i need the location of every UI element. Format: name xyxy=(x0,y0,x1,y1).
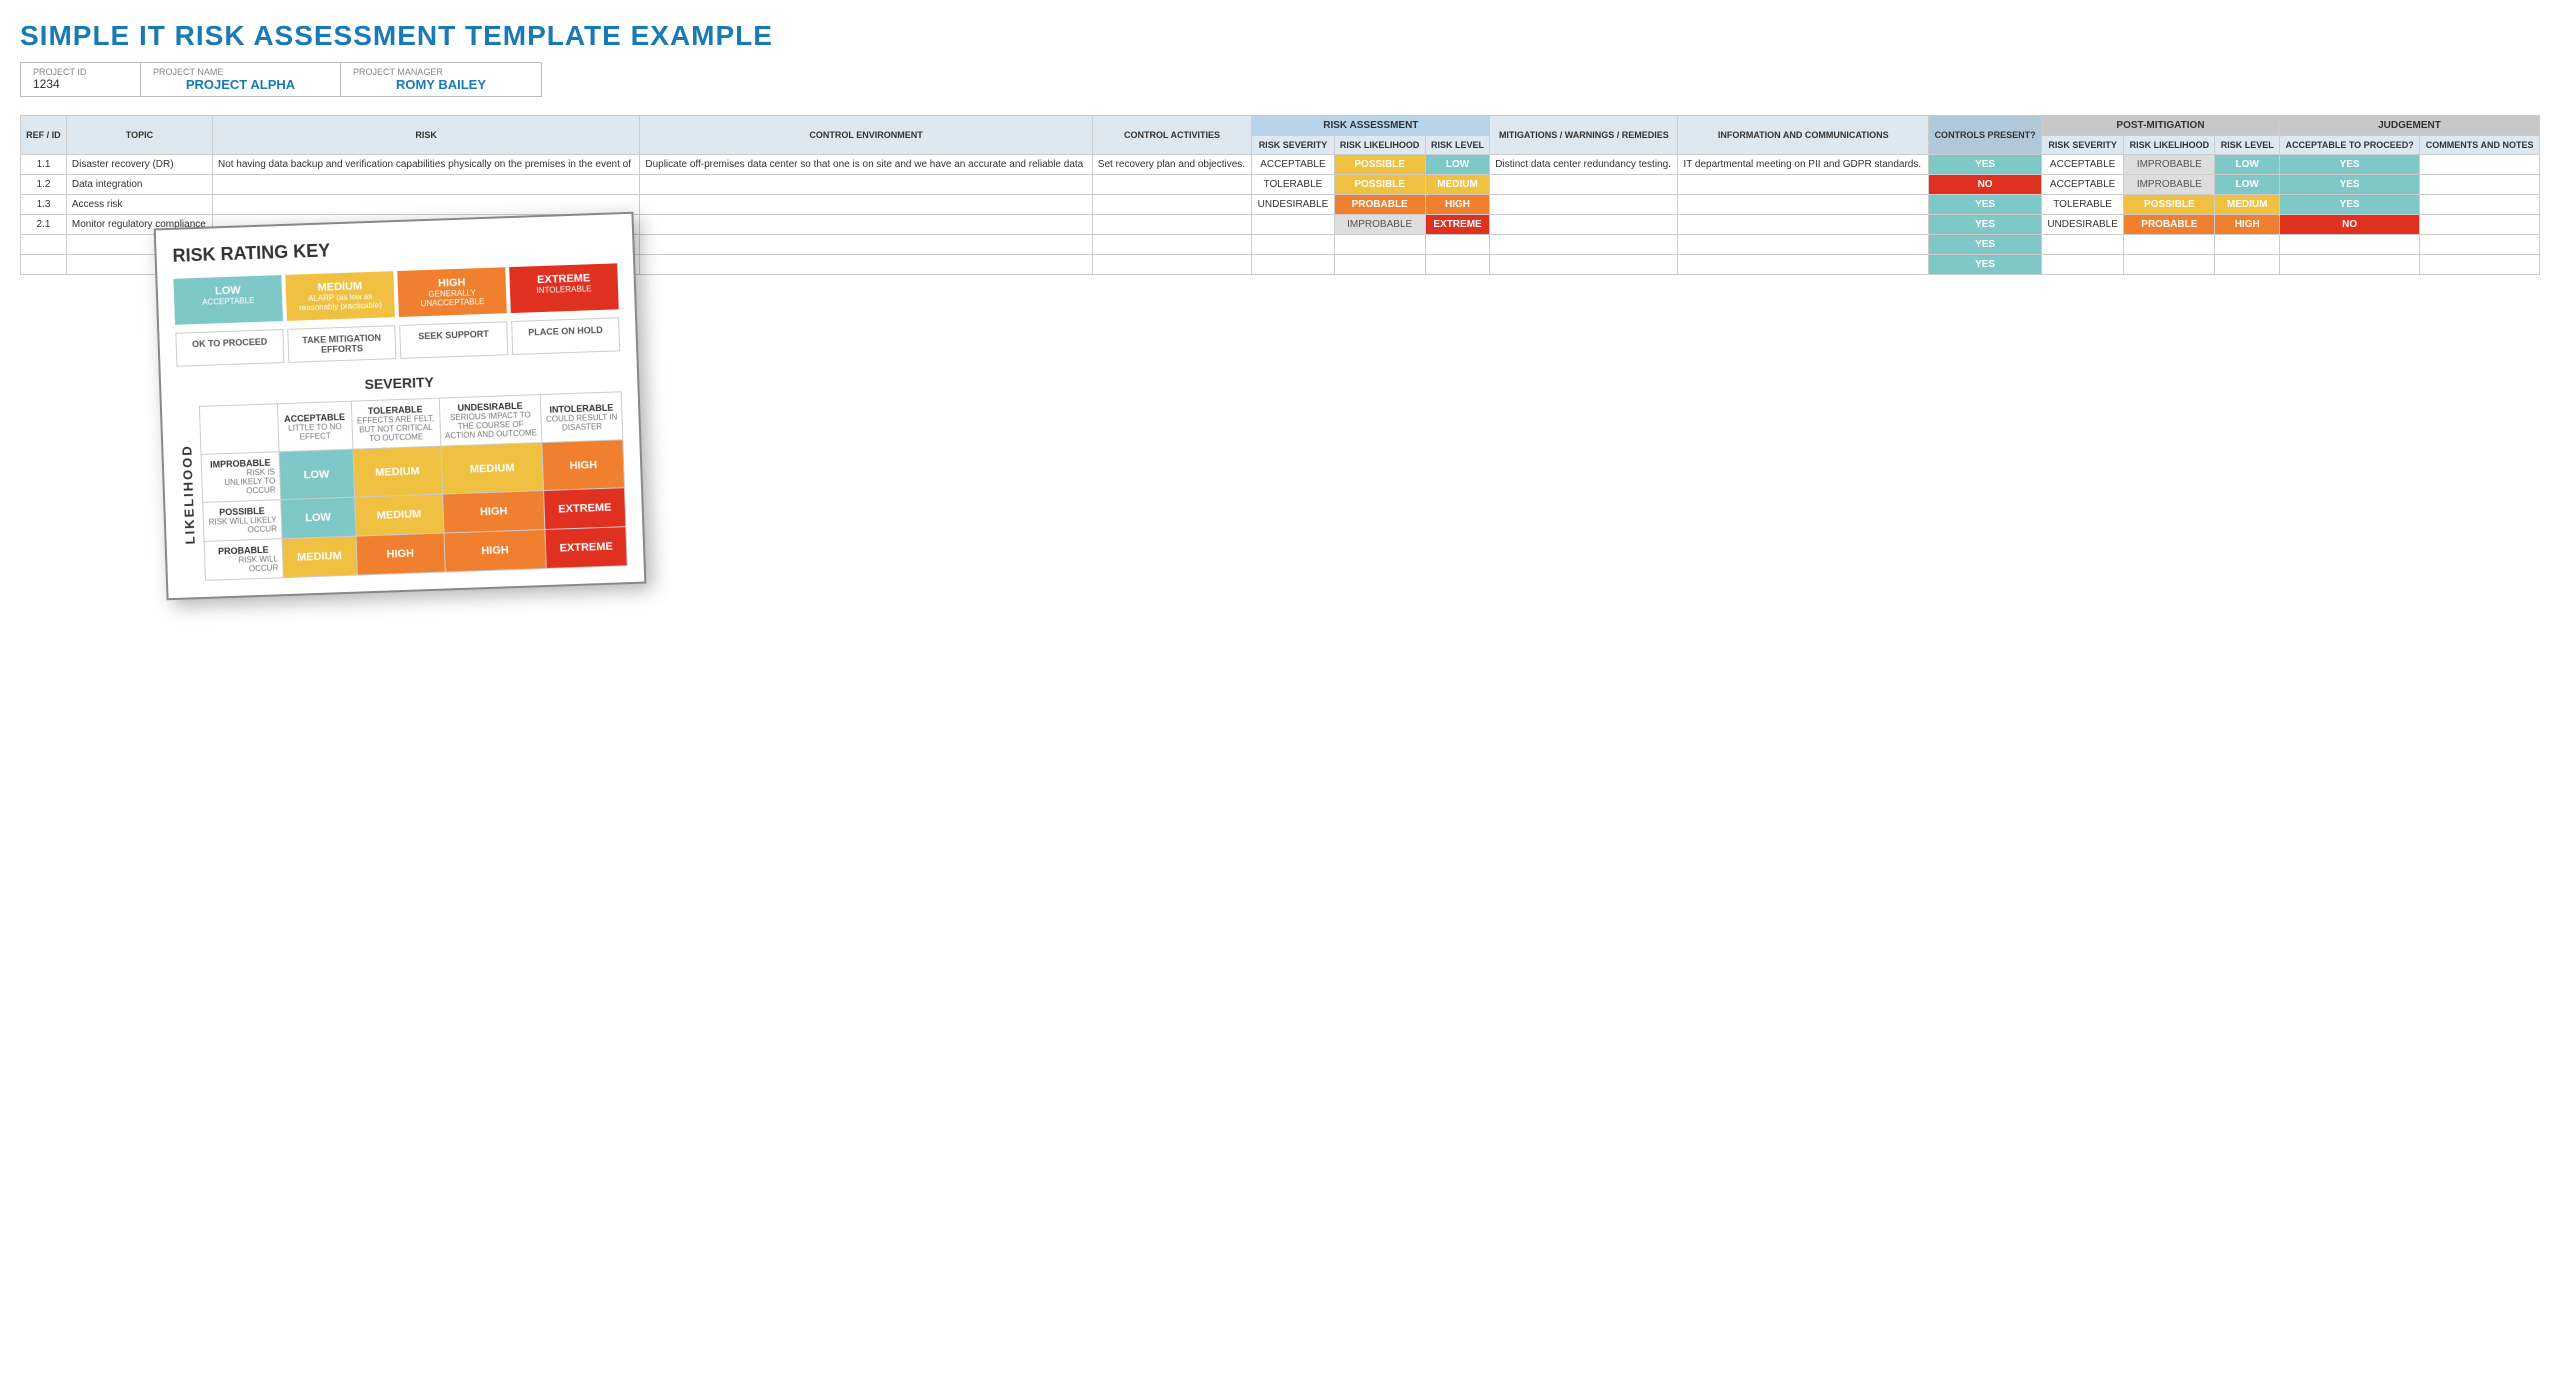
project-id-label: PROJECT ID xyxy=(33,67,128,77)
sev-matrix: ACCEPTABLELITTLE TO NO EFFECTTOLERABLEEF… xyxy=(199,391,628,581)
table-row: 1.3Access riskUNDESIRABLEPROBABLEHIGHYES… xyxy=(21,195,2540,215)
col-mitigation: MITIGATIONS / WARNINGS / REMEDIES xyxy=(1490,116,1678,155)
col-controls-present: CONTROLS PRESENT? xyxy=(1929,116,2042,155)
header-risk-assessment: RISK ASSESSMENT xyxy=(1252,116,1490,136)
sev-matrix-table: ACCEPTABLELITTLE TO NO EFFECTTOLERABLEEF… xyxy=(199,391,628,581)
col-risk: RISK xyxy=(212,116,639,155)
page-title: SIMPLE IT RISK ASSESSMENT TEMPLATE EXAMP… xyxy=(20,20,2540,52)
rating-key-grid: LOWACCEPTABLEMEDIUMALARP (as low as reas… xyxy=(173,263,618,324)
project-manager-label: PROJECT MANAGER xyxy=(353,67,529,77)
project-id-field: PROJECT ID 1234 xyxy=(21,63,141,96)
col-post-level: RISK LEVEL xyxy=(2215,136,2280,155)
rating-cell: LOWACCEPTABLE xyxy=(173,275,283,325)
action-cell: OK TO PROCEED xyxy=(175,329,284,367)
col-comments: COMMENTS AND NOTES xyxy=(2420,136,2540,155)
sev-col-header: TOLERABLEEFFECTS ARE FELT, BUT NOT CRITI… xyxy=(351,398,441,449)
sev-matrix-empty-header xyxy=(199,404,278,455)
sev-col-header: ACCEPTABLELITTLE TO NO EFFECT xyxy=(277,401,353,452)
sev-matrix-wrapper: LIKELIHOOD ACCEPTABLELITTLE TO NO EFFECT… xyxy=(178,391,628,581)
sev-matrix-cell: MEDIUM xyxy=(353,446,443,497)
severity-section: SEVERITY LIKELIHOOD ACCEPTABLELITTLE TO … xyxy=(177,367,628,581)
action-cell: PLACE ON HOLD xyxy=(511,317,620,355)
sev-col-header: UNDESIRABLESERIOUS IMPACT TO THE COURSE … xyxy=(439,395,542,447)
risk-rating-key-card: RISK RATING KEY LOWACCEPTABLEMEDIUMALARP… xyxy=(154,212,647,601)
col-topic: TOPIC xyxy=(66,116,212,155)
sev-matrix-cell: LOW xyxy=(280,497,355,539)
sev-matrix-cell: MEDIUM xyxy=(354,494,443,536)
action-grid: OK TO PROCEEDTAKE MITIGATION EFFORTSSEEK… xyxy=(175,317,620,366)
action-cell: SEEK SUPPORT xyxy=(399,321,508,359)
sev-matrix-cell: MEDIUM xyxy=(441,443,544,495)
sev-matrix-cell: LOW xyxy=(279,449,355,500)
project-name-field: PROJECT NAME PROJECT ALPHA xyxy=(141,63,341,96)
project-id-value: 1234 xyxy=(33,77,128,91)
rating-cell: MEDIUMALARP (as low as reasonably practi… xyxy=(285,271,395,321)
card-title: RISK RATING KEY xyxy=(172,230,616,266)
col-risk-likelihood: RISK LIKELIHOOD xyxy=(1334,136,1425,155)
table-row: 1.1Disaster recovery (DR)Not having data… xyxy=(21,155,2540,175)
col-control-env: CONTROL ENVIRONMENT xyxy=(640,116,1092,155)
col-ref: REF / ID xyxy=(21,116,67,155)
sev-matrix-cell: HIGH xyxy=(356,533,445,575)
rating-cell: HIGHGENERALLY UNACCEPTABLE xyxy=(397,267,507,317)
sev-matrix-cell: HIGH xyxy=(442,491,545,534)
header-judgement: JUDGEMENT xyxy=(2279,116,2539,136)
likelihood-label: LIKELIHOOD xyxy=(178,406,199,581)
project-name-label: PROJECT NAME xyxy=(153,67,328,77)
col-risk-severity: RISK SEVERITY xyxy=(1252,136,1334,155)
sev-matrix-cell: MEDIUM xyxy=(282,536,357,578)
sev-col-header: INTOLERABLECOULD RESULT IN DISASTER xyxy=(541,392,623,443)
col-post-severity: RISK SEVERITY xyxy=(2042,136,2124,155)
sev-row-header: POSSIBLERISK WILL LIKELY OCCUR xyxy=(203,500,282,542)
sev-row-header: PROBABLERISK WILL OCCUR xyxy=(204,539,283,581)
action-cell: TAKE MITIGATION EFFORTS xyxy=(287,325,396,363)
col-acceptable: ACCEPTABLE TO PROCEED? xyxy=(2279,136,2419,155)
header-post-mitigation: POST-MITIGATION xyxy=(2042,116,2280,136)
project-manager-value: ROMY BAILEY xyxy=(353,77,529,92)
col-control-act: CONTROL ACTIVITIES xyxy=(1092,116,1252,155)
col-risk-level: RISK LEVEL xyxy=(1425,136,1490,155)
sev-matrix-cell: HIGH xyxy=(444,530,547,573)
sev-matrix-cell: EXTREME xyxy=(544,488,626,530)
project-info: PROJECT ID 1234 PROJECT NAME PROJECT ALP… xyxy=(20,62,542,97)
sev-matrix-cell: HIGH xyxy=(542,440,624,491)
project-name-value: PROJECT ALPHA xyxy=(153,77,328,92)
rating-cell: EXTREMEINTOLERABLE xyxy=(509,263,619,313)
col-post-likelihood: RISK LIKELIHOOD xyxy=(2124,136,2215,155)
col-info-comm: INFORMATION AND COMMUNICATIONS xyxy=(1678,116,1929,155)
sev-row-header: IMPROBABLERISK IS UNLIKELY TO OCCUR xyxy=(201,452,280,503)
table-row: 1.2Data integrationTOLERABLEPOSSIBLEMEDI… xyxy=(21,175,2540,195)
project-manager-field: PROJECT MANAGER ROMY BAILEY xyxy=(341,63,541,96)
sev-matrix-cell: EXTREME xyxy=(545,527,627,569)
